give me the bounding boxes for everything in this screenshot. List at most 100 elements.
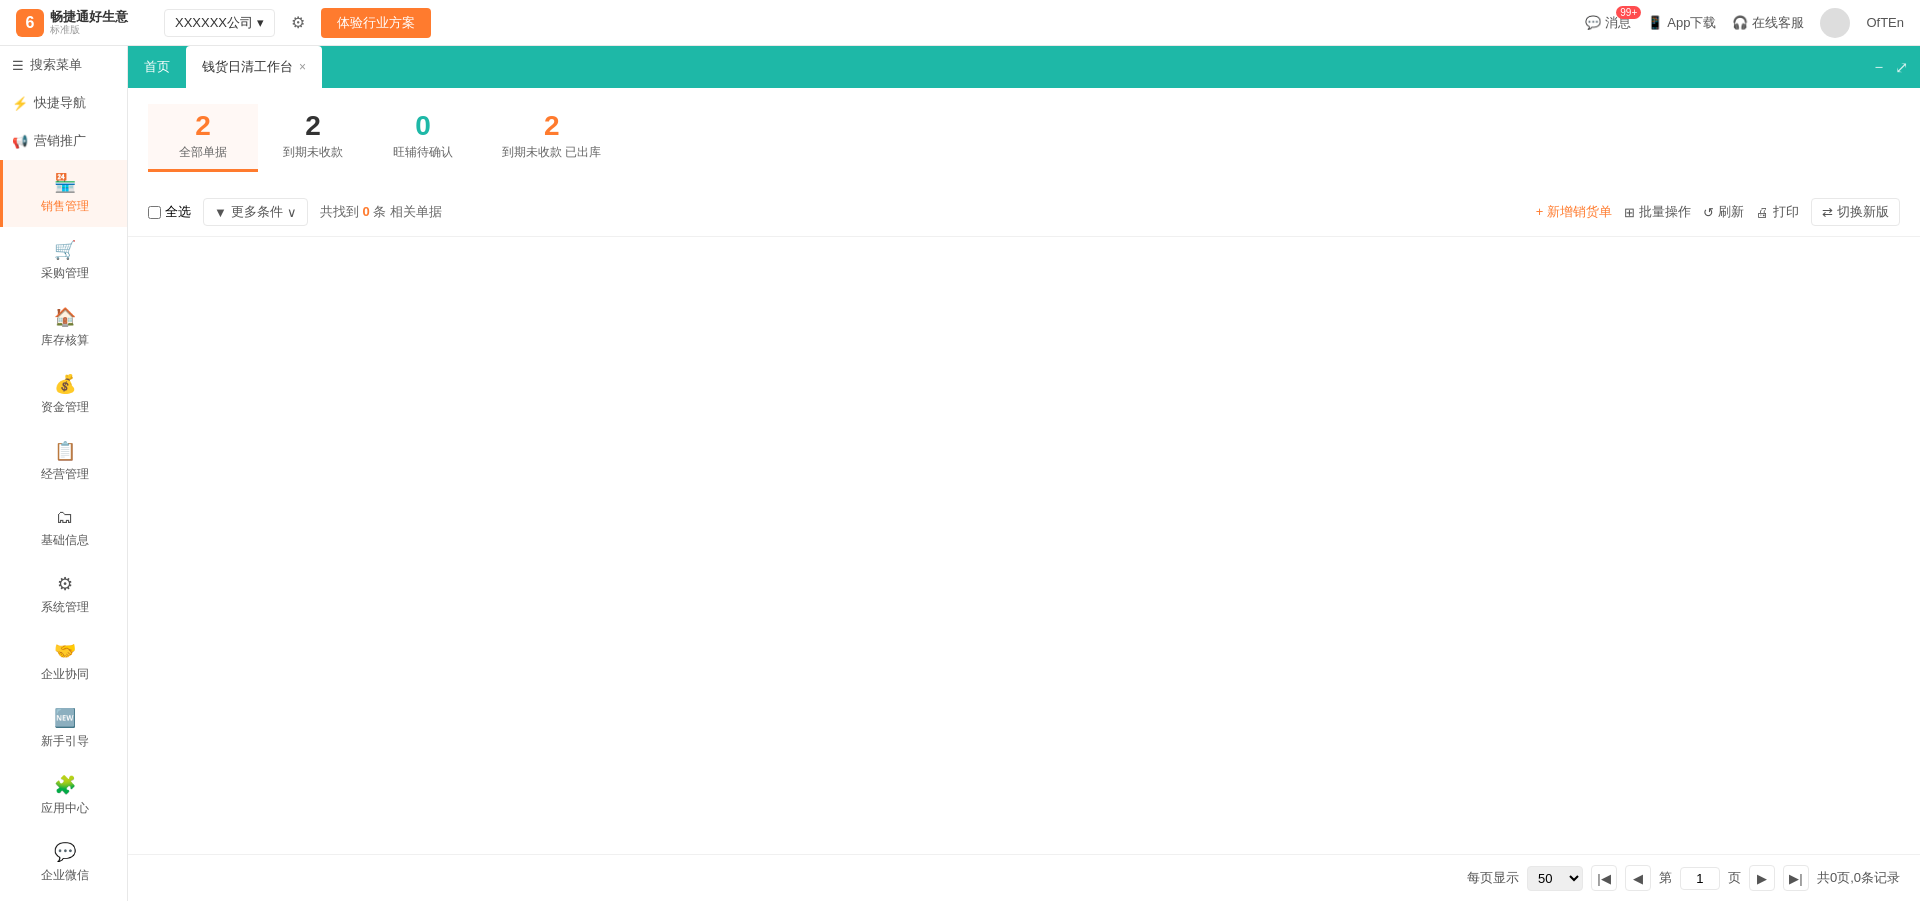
company-dropdown-icon: ▾ bbox=[257, 15, 264, 30]
cooperation-icon: 🤝 bbox=[54, 640, 76, 662]
switch-label: 切换新版 bbox=[1837, 203, 1889, 221]
avatar[interactable] bbox=[1820, 8, 1850, 38]
page-last-button[interactable]: ▶| bbox=[1783, 865, 1809, 891]
sidebar-item-purchase[interactable]: 🛒 采购管理 bbox=[0, 227, 127, 294]
sidebar-item-operation[interactable]: 📋 经营管理 bbox=[0, 428, 127, 495]
summary-card-all[interactable]: 2 全部单据 bbox=[148, 104, 258, 172]
toolbar-right: + 新增销货单 ⊞ 批量操作 ↺ 刷新 🖨 打印 ⇄ bbox=[1536, 198, 1900, 226]
select-all-label: 全选 bbox=[165, 203, 191, 221]
pagination-bar: 每页显示 50 100 200 |◀ ◀ 第 页 ▶ ▶| 共0页,0条记录 bbox=[128, 854, 1920, 901]
wechat-icon: 💬 bbox=[54, 841, 76, 863]
wechat-label: 企业微信 bbox=[41, 867, 89, 884]
tab-bar-right: － ⤢ bbox=[1871, 57, 1920, 78]
refresh-button[interactable]: ↺ 刷新 bbox=[1703, 203, 1744, 221]
batch-label: 批量操作 bbox=[1639, 203, 1691, 221]
summary-card-pending[interactable]: 0 旺辅待确认 bbox=[368, 104, 478, 172]
quick-nav-label: 快捷导航 bbox=[34, 94, 86, 112]
batch-action-button[interactable]: ⊞ 批量操作 bbox=[1624, 203, 1691, 221]
print-button[interactable]: 🖨 打印 bbox=[1756, 203, 1799, 221]
select-all-input[interactable] bbox=[148, 206, 161, 219]
online-service-button[interactable]: 🎧 在线客服 bbox=[1732, 14, 1804, 32]
sidebar-item-inventory[interactable]: 🏠 库存核算 bbox=[0, 294, 127, 361]
result-suffix: 相关单据 bbox=[390, 204, 442, 219]
company-selector[interactable]: XXXXXX公司 ▾ bbox=[164, 9, 275, 37]
page-first-button[interactable]: |◀ bbox=[1591, 865, 1617, 891]
service-icon: 🎧 bbox=[1732, 15, 1748, 30]
system-label: 系统管理 bbox=[41, 599, 89, 616]
top-header: 6 畅捷通好生意 标准版 XXXXXX公司 ▾ ⚙ 体验行业方案 💬 消息 99… bbox=[0, 0, 1920, 46]
result-text: 共找到 0 条 相关单据 bbox=[320, 203, 442, 221]
result-prefix: 共找到 bbox=[320, 204, 359, 219]
sales-label: 销售管理 bbox=[41, 198, 89, 215]
page-input[interactable] bbox=[1680, 867, 1720, 890]
sidebar-item-wechat[interactable]: 💬 企业微信 bbox=[0, 829, 127, 896]
per-page-select[interactable]: 50 100 200 bbox=[1527, 866, 1583, 891]
search-label: 搜索菜单 bbox=[30, 56, 82, 74]
print-label: 打印 bbox=[1773, 203, 1799, 221]
tab-close-icon[interactable]: × bbox=[299, 60, 306, 74]
app-icon: 📱 bbox=[1647, 15, 1663, 30]
page-prev-button[interactable]: ◀ bbox=[1625, 865, 1651, 891]
card-num-overdue: 2 bbox=[305, 112, 321, 140]
filter-button[interactable]: ▼ 更多条件 ∨ bbox=[203, 198, 308, 226]
marketing-icon: 📢 bbox=[12, 134, 28, 149]
guide-label: 新手引导 bbox=[41, 733, 89, 750]
username-area[interactable]: OfTEn bbox=[1866, 15, 1904, 30]
sidebar-item-finance[interactable]: 💰 资金管理 bbox=[0, 361, 127, 428]
switch-icon: ⇄ bbox=[1822, 205, 1833, 220]
summary-card-overdue[interactable]: 2 到期未收款 bbox=[258, 104, 368, 172]
content-area: 首页 钱货日清工作台 × － ⤢ 2 全部单据 2 到期未收款 bbox=[128, 46, 1920, 901]
tab-workbench[interactable]: 钱货日清工作台 × bbox=[186, 46, 322, 88]
logo-area: 6 畅捷通好生意 标准版 bbox=[16, 9, 144, 37]
sidebar: ☰ 搜索菜单 ⚡ 快捷导航 📢 营销推广 🏪 销售管理 🛒 采购管理 🏠 库存核… bbox=[0, 46, 128, 901]
batch-icon: ⊞ bbox=[1624, 205, 1635, 220]
card-num-pending: 0 bbox=[415, 112, 431, 140]
sidebar-item-member[interactable]: 🔖 畅会员 bbox=[0, 896, 127, 901]
summary-cards: 2 全部单据 2 到期未收款 0 旺辅待确认 2 到期未收款 已出库 bbox=[128, 88, 1920, 188]
sales-icon: 🏪 bbox=[54, 172, 76, 194]
gear-icon: ⚙ bbox=[291, 13, 305, 32]
logo-title: 畅捷通好生意 bbox=[50, 9, 128, 25]
window-minimize-icon[interactable]: － bbox=[1871, 57, 1887, 78]
page-next-button[interactable]: ▶ bbox=[1749, 865, 1775, 891]
settings-icon-button[interactable]: ⚙ bbox=[283, 8, 313, 38]
filter-dropdown-icon: ∨ bbox=[287, 205, 297, 220]
sidebar-item-app-center[interactable]: 🧩 应用中心 bbox=[0, 762, 127, 829]
inventory-icon: 🏠 bbox=[54, 306, 76, 328]
per-page-label: 每页显示 bbox=[1467, 869, 1519, 887]
tab-home-label: 首页 bbox=[144, 58, 170, 76]
cooperation-label: 企业协同 bbox=[41, 666, 89, 683]
summary-card-shipped[interactable]: 2 到期未收款 已出库 bbox=[478, 104, 625, 172]
card-label-pending: 旺辅待确认 bbox=[393, 144, 453, 161]
card-label-shipped: 到期未收款 已出库 bbox=[502, 144, 601, 161]
window-maximize-icon[interactable]: ⤢ bbox=[1895, 58, 1908, 77]
tab-home[interactable]: 首页 bbox=[128, 46, 186, 88]
header-center: XXXXXX公司 ▾ ⚙ 体验行业方案 bbox=[144, 8, 1585, 38]
sidebar-item-search[interactable]: ☰ 搜索菜单 bbox=[0, 46, 127, 84]
sidebar-item-cooperation[interactable]: 🤝 企业协同 bbox=[0, 628, 127, 695]
switch-version-button[interactable]: ⇄ 切换新版 bbox=[1811, 198, 1900, 226]
base-icon: 🗂 bbox=[56, 507, 74, 528]
card-num-all: 2 bbox=[195, 112, 211, 140]
result-unit: 条 bbox=[373, 204, 386, 219]
trial-button[interactable]: 体验行业方案 bbox=[321, 8, 431, 38]
message-button[interactable]: 💬 消息 99+ bbox=[1585, 14, 1631, 32]
guide-icon: 🆕 bbox=[54, 707, 76, 729]
filter-label: 更多条件 bbox=[231, 203, 283, 221]
card-label-all: 全部单据 bbox=[179, 144, 227, 161]
page-label: 第 bbox=[1659, 869, 1672, 887]
sidebar-item-guide[interactable]: 🆕 新手引导 bbox=[0, 695, 127, 762]
sidebar-item-base[interactable]: 🗂 基础信息 bbox=[0, 495, 127, 561]
sidebar-item-quick-nav[interactable]: ⚡ 快捷导航 bbox=[0, 84, 127, 122]
service-label: 在线客服 bbox=[1752, 14, 1804, 32]
select-all-checkbox[interactable]: 全选 bbox=[148, 203, 191, 221]
add-sales-order-button[interactable]: + 新增销货单 bbox=[1536, 203, 1612, 221]
logo-icon: 6 bbox=[16, 9, 44, 37]
sidebar-item-sales[interactable]: 🏪 销售管理 bbox=[0, 160, 127, 227]
main-layout: ☰ 搜索菜单 ⚡ 快捷导航 📢 营销推广 🏪 销售管理 🛒 采购管理 🏠 库存核… bbox=[0, 46, 1920, 901]
sidebar-item-system[interactable]: ⚙ 系统管理 bbox=[0, 561, 127, 628]
print-icon: 🖨 bbox=[1756, 205, 1769, 220]
purchase-icon: 🛒 bbox=[54, 239, 76, 261]
sidebar-item-marketing[interactable]: 📢 营销推广 bbox=[0, 122, 127, 160]
app-download-button[interactable]: 📱 App下载 bbox=[1647, 14, 1716, 32]
